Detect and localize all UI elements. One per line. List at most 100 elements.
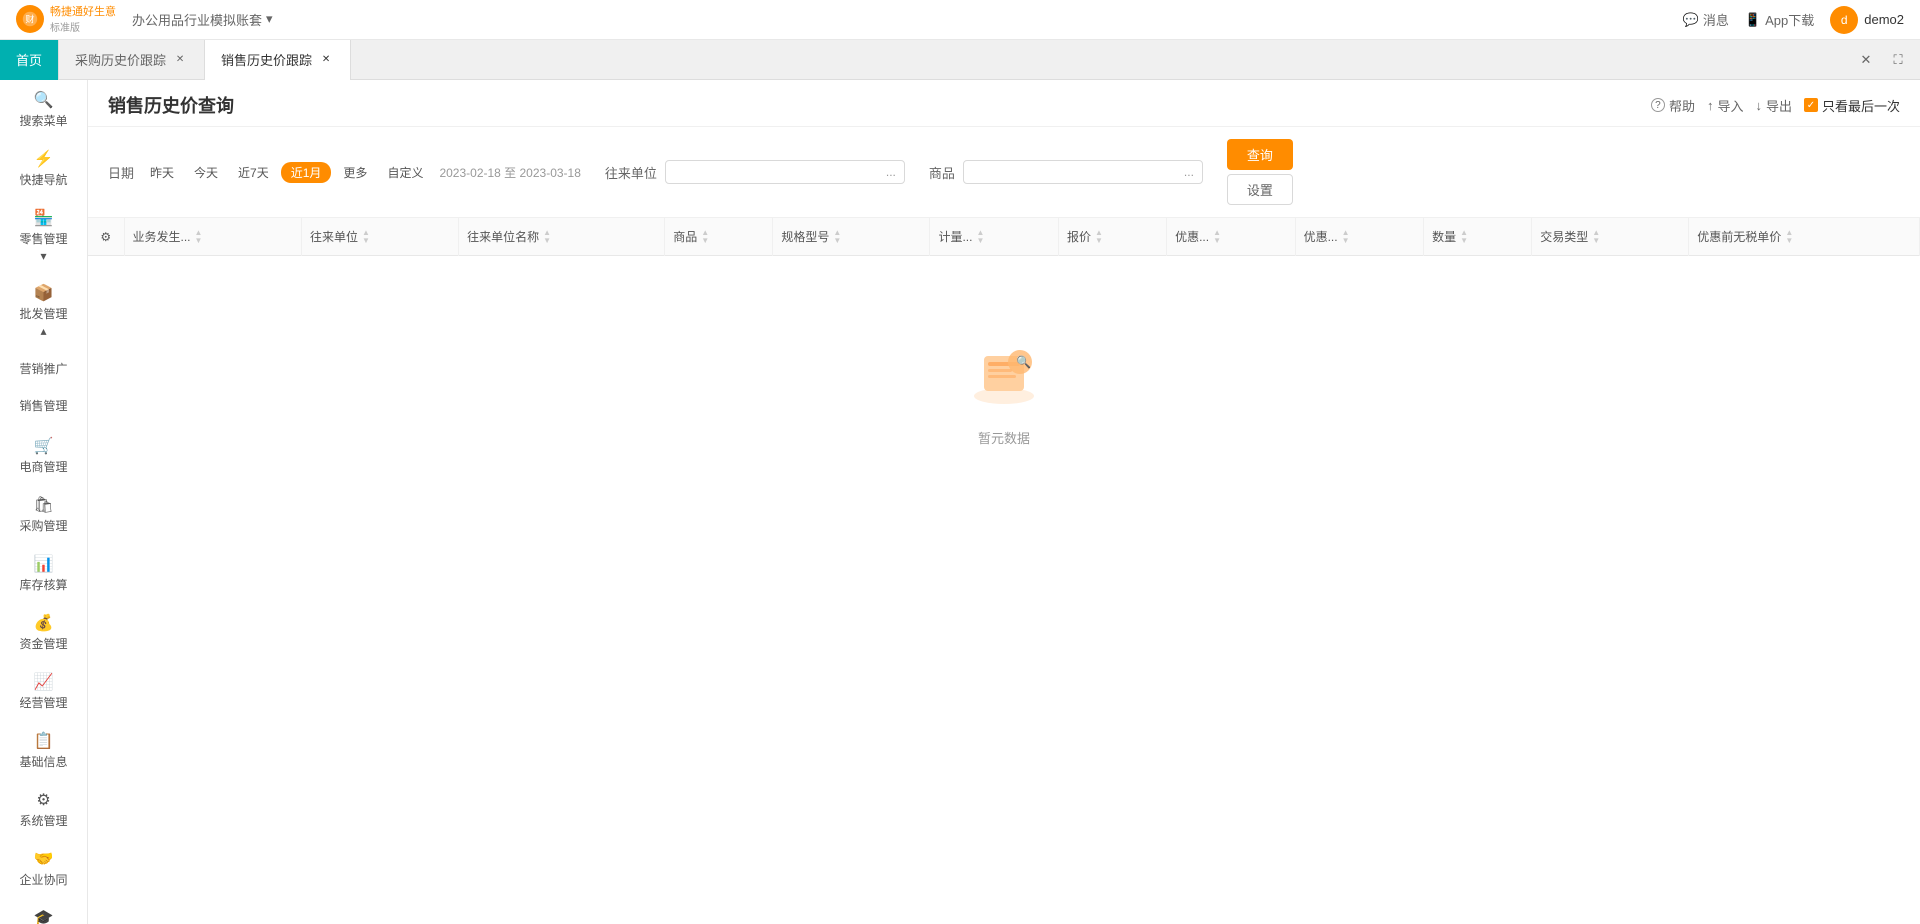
retail-arrow-icon: ▾	[40, 249, 46, 263]
sidebar-item-shortcut[interactable]: ⚡ 快捷导航	[0, 139, 87, 198]
date-range: 2023-02-18 至 2023-03-18	[439, 164, 580, 181]
export-action[interactable]: ↓ 导出	[1755, 96, 1792, 115]
logo-sub: 标准版	[50, 19, 116, 34]
date-btn-last7days[interactable]: 近7天	[230, 162, 277, 183]
tabbar: 首页 采购历史价跟踪 ✕ 销售历史价跟踪 ✕ ✕ ⛶	[0, 40, 1920, 80]
sidebar-item-basic-label: 基础信息	[19, 753, 67, 770]
sidebar-item-cooperation[interactable]: 🤝 企业协同	[0, 839, 87, 898]
wholesale-icon: 📦	[34, 283, 54, 303]
retail-icon: 🏪	[34, 208, 54, 228]
col-discount2[interactable]: 优惠... ▲▼	[1295, 218, 1424, 256]
guide-icon: 🎓	[34, 908, 54, 924]
tab-purchase-close-icon[interactable]: ✕	[172, 52, 188, 68]
sidebar-item-search[interactable]: 🔍 搜索菜单	[0, 80, 87, 139]
help-action[interactable]: ? 帮助	[1651, 96, 1695, 115]
col-biz-date[interactable]: 业务发生... ▲▼	[124, 218, 302, 256]
sort-arrows-quote: ▲▼	[1095, 229, 1103, 245]
app-selector[interactable]: 办公用品行业模拟账套 ▾	[124, 6, 281, 33]
shortcut-icon: ⚡	[34, 149, 54, 169]
col-partner-id-label: 往来单位	[310, 228, 358, 245]
col-trade-type[interactable]: 交易类型 ▲▼	[1532, 218, 1689, 256]
col-settings[interactable]: ⚙	[88, 218, 124, 256]
topbar: 财 畅捷通好生意 标准版 办公用品行业模拟账套 ▾ 💬 消息 📱 App下载 d…	[0, 0, 1920, 40]
sidebar-item-inventory-label: 库存核算	[19, 576, 67, 593]
sidebar-item-operations-label: 经营管理	[19, 694, 67, 711]
tab-purchase-history[interactable]: 采购历史价跟踪 ✕	[59, 40, 205, 80]
settings-button[interactable]: 设置	[1227, 174, 1293, 205]
sidebar-item-search-label: 搜索菜单	[19, 112, 67, 129]
date-btn-more[interactable]: 更多	[335, 162, 375, 183]
col-quote-label: 报价	[1067, 228, 1091, 245]
sidebar-item-marketing[interactable]: 营销推广	[8, 350, 79, 387]
sidebar-item-finance[interactable]: 💰 资金管理	[0, 603, 87, 662]
only-last-text: 只看最后一次	[1822, 96, 1900, 115]
close-all-button[interactable]: ✕	[1852, 46, 1880, 74]
import-action[interactable]: ↑ 导入	[1707, 96, 1744, 115]
col-unit[interactable]: 计量... ▲▼	[930, 218, 1059, 256]
query-button[interactable]: 查询	[1227, 139, 1293, 170]
message-label: 消息	[1703, 10, 1729, 29]
sidebar-item-ecommerce[interactable]: 🛒 电商管理	[0, 426, 87, 485]
date-btn-last1month[interactable]: 近1月	[281, 162, 332, 183]
product-label: 商品	[929, 163, 955, 182]
empty-text: 暂元数据	[978, 428, 1030, 447]
search-icon: 🔍	[34, 90, 54, 110]
date-btn-today[interactable]: 今天	[186, 162, 226, 183]
sidebar-item-inventory[interactable]: 📊 库存核算	[0, 544, 87, 603]
col-partner-id[interactable]: 往来单位 ▲▼	[302, 218, 459, 256]
tab-sales-close-icon[interactable]: ✕	[318, 52, 334, 68]
only-last-checkbox-label[interactable]: 只看最后一次	[1804, 96, 1900, 115]
user-area[interactable]: d demo2	[1830, 6, 1904, 34]
col-quote[interactable]: 报价 ▲▼	[1058, 218, 1166, 256]
sort-arrows-partner-name: ▲▼	[543, 229, 551, 245]
sidebar-item-operations[interactable]: 📈 经营管理	[0, 662, 87, 721]
col-unit-label: 计量...	[938, 228, 972, 245]
product-dots-icon: ...	[1184, 165, 1194, 179]
sidebar-item-system[interactable]: ⚙ 系统管理	[0, 780, 87, 839]
sidebar-item-cooperation-label: 企业协同	[19, 871, 67, 888]
col-discount1[interactable]: 优惠... ▲▼	[1167, 218, 1296, 256]
sidebar-item-ecommerce-label: 电商管理	[19, 458, 67, 475]
col-trade-type-label: 交易类型	[1540, 228, 1588, 245]
export-label: 导出	[1766, 96, 1792, 115]
tab-sales-history[interactable]: 销售历史价跟踪 ✕	[205, 40, 351, 80]
sort-arrows-discount2: ▲▼	[1342, 229, 1350, 245]
col-product[interactable]: 商品 ▲▼	[665, 218, 773, 256]
col-pretax-price-label: 优惠前无税单价	[1697, 228, 1781, 245]
sidebar-item-guide[interactable]: 🎓 新手引导	[0, 898, 87, 924]
sidebar-item-wholesale[interactable]: 📦 批发管理 ▴	[0, 273, 87, 348]
sort-arrows-discount1: ▲▼	[1213, 229, 1221, 245]
date-btn-yesterday[interactable]: 昨天	[142, 162, 182, 183]
username: demo2	[1864, 12, 1904, 27]
tab-purchase-label: 采购历史价跟踪	[75, 50, 166, 69]
only-last-checkbox[interactable]	[1804, 98, 1818, 112]
date-btn-custom[interactable]: 自定义	[379, 162, 431, 183]
empty-state: 🔍 暂元数据	[88, 256, 1920, 527]
col-quantity[interactable]: 数量 ▲▼	[1424, 218, 1532, 256]
partner-filter-group: 往来单位 ...	[605, 160, 905, 184]
sort-arrows-product: ▲▼	[701, 229, 709, 245]
col-spec[interactable]: 规格型号 ▲▼	[773, 218, 930, 256]
page-header: 销售历史价查询 ? 帮助 ↑ 导入 ↓ 导出 只看最后一次	[88, 80, 1920, 127]
fullscreen-button[interactable]: ⛶	[1884, 46, 1912, 74]
tab-home[interactable]: 首页	[0, 40, 59, 80]
sidebar-item-retail-label: 零售管理	[19, 230, 67, 247]
sidebar-section-wholesale: 营销推广 销售管理	[0, 348, 87, 426]
product-input[interactable]: ...	[963, 160, 1203, 184]
app-download-action[interactable]: 📱 App下载	[1745, 10, 1814, 29]
sidebar-item-purchase[interactable]: 🛍 采购管理	[0, 485, 87, 544]
finance-icon: 💰	[34, 613, 54, 633]
export-icon: ↓	[1755, 98, 1762, 113]
operations-icon: 📈	[34, 672, 54, 692]
table-area: ⚙ 业务发生... ▲▼ 往来单位 ▲▼	[88, 218, 1920, 924]
sidebar-item-sales-label: 销售管理	[19, 397, 67, 414]
partner-input[interactable]: ...	[665, 160, 905, 184]
col-pretax-price[interactable]: 优惠前无税单价 ▲▼	[1689, 218, 1920, 256]
message-action[interactable]: 💬 消息	[1683, 10, 1729, 29]
sidebar-item-retail[interactable]: 🏪 零售管理 ▾	[0, 198, 87, 273]
sidebar-item-basic[interactable]: 📋 基础信息	[0, 721, 87, 780]
sidebar-item-sales[interactable]: 销售管理	[8, 387, 79, 424]
import-icon: ↑	[1707, 98, 1714, 113]
wholesale-arrow-icon: ▴	[40, 324, 46, 338]
col-partner-name[interactable]: 往来单位名称 ▲▼	[459, 218, 665, 256]
